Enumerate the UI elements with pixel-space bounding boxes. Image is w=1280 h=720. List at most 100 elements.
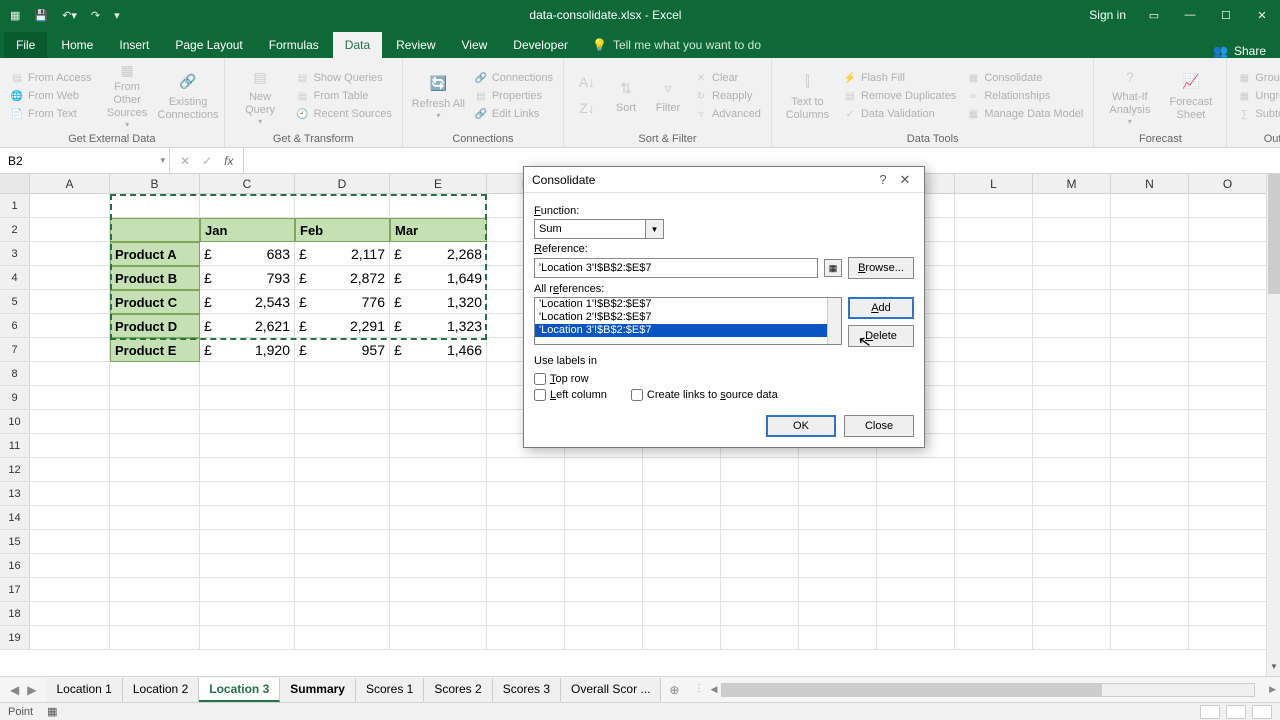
cell-L5[interactable] (955, 290, 1033, 314)
row-header-13[interactable]: 13 (0, 482, 30, 506)
cell-C15[interactable] (200, 530, 295, 554)
cell-A4[interactable] (30, 266, 110, 290)
cell-D11[interactable] (295, 434, 390, 458)
row-header-6[interactable]: 6 (0, 314, 30, 338)
cell-C16[interactable] (200, 554, 295, 578)
cell-O17[interactable] (1189, 578, 1267, 602)
cell-E12[interactable] (390, 458, 487, 482)
cell-D12[interactable] (295, 458, 390, 482)
cell-J14[interactable] (799, 506, 877, 530)
cell-L2[interactable] (955, 218, 1033, 242)
cell-I16[interactable] (721, 554, 799, 578)
cell-K13[interactable] (877, 482, 955, 506)
vscroll-thumb[interactable] (1268, 174, 1280, 294)
cell-C2[interactable]: Jan (200, 218, 295, 242)
cell-D3[interactable]: £2,117 (295, 242, 390, 266)
cell-L8[interactable] (955, 362, 1033, 386)
from-other-sources-button[interactable]: ▦From Other Sources▾ (100, 62, 155, 130)
cell-A5[interactable] (30, 290, 110, 314)
cell-N11[interactable] (1111, 434, 1189, 458)
cell-E8[interactable] (390, 362, 487, 386)
cell-D7[interactable]: £957 (295, 338, 390, 362)
clear-button[interactable]: ✕Clear (692, 70, 763, 86)
cell-B16[interactable] (110, 554, 200, 578)
cell-J12[interactable] (799, 458, 877, 482)
row-header-3[interactable]: 3 (0, 242, 30, 266)
cell-M16[interactable] (1033, 554, 1111, 578)
cell-L18[interactable] (955, 602, 1033, 626)
cell-E1[interactable] (390, 194, 487, 218)
cell-A11[interactable] (30, 434, 110, 458)
hscroll-left-icon[interactable]: ◀ (706, 684, 721, 695)
cell-L6[interactable] (955, 314, 1033, 338)
cell-N18[interactable] (1111, 602, 1189, 626)
cell-M14[interactable] (1033, 506, 1111, 530)
cell-J19[interactable] (799, 626, 877, 650)
data-validation-button[interactable]: ✓Data Validation (841, 106, 958, 122)
cell-A3[interactable] (30, 242, 110, 266)
row-header-14[interactable]: 14 (0, 506, 30, 530)
cell-E13[interactable] (390, 482, 487, 506)
cell-N7[interactable] (1111, 338, 1189, 362)
cell-A18[interactable] (30, 602, 110, 626)
sheet-nav-prev-icon[interactable]: ◀ (10, 683, 19, 697)
cell-M18[interactable] (1033, 602, 1111, 626)
tab-file[interactable]: File (4, 32, 47, 58)
cell-C7[interactable]: £1,920 (200, 338, 295, 362)
cell-A2[interactable] (30, 218, 110, 242)
consolidate-button[interactable]: ▦Consolidate (964, 70, 1085, 86)
cell-N16[interactable] (1111, 554, 1189, 578)
cell-D5[interactable]: £776 (295, 290, 390, 314)
cell-N4[interactable] (1111, 266, 1189, 290)
cell-E17[interactable] (390, 578, 487, 602)
left-column-checkbox[interactable]: Left column (534, 389, 607, 401)
reference-item-2[interactable]: 'Location 3'!$B$2:$E$7 (535, 324, 841, 337)
recent-sources-button[interactable]: 🕘Recent Sources (294, 106, 394, 122)
cell-J13[interactable] (799, 482, 877, 506)
row-header-11[interactable]: 11 (0, 434, 30, 458)
cell-F13[interactable] (487, 482, 565, 506)
row-header-17[interactable]: 17 (0, 578, 30, 602)
page-break-view-button[interactable] (1252, 705, 1272, 719)
cell-A9[interactable] (30, 386, 110, 410)
cell-O13[interactable] (1189, 482, 1267, 506)
cell-L12[interactable] (955, 458, 1033, 482)
cell-K16[interactable] (877, 554, 955, 578)
cell-N2[interactable] (1111, 218, 1189, 242)
cancel-formula-icon[interactable]: ✕ (180, 154, 190, 168)
cell-F16[interactable] (487, 554, 565, 578)
cell-A6[interactable] (30, 314, 110, 338)
cell-O3[interactable] (1189, 242, 1267, 266)
filter-button[interactable]: ▿Filter (650, 62, 686, 130)
properties-button[interactable]: ▤Properties (472, 88, 555, 104)
select-all-corner[interactable] (0, 174, 30, 193)
ribbon-options-icon[interactable]: ▭ (1146, 9, 1162, 22)
cell-I18[interactable] (721, 602, 799, 626)
cell-E19[interactable] (390, 626, 487, 650)
cell-M10[interactable] (1033, 410, 1111, 434)
sort-az-button[interactable]: A↓Z↓ (572, 62, 602, 130)
cell-B15[interactable] (110, 530, 200, 554)
cell-A14[interactable] (30, 506, 110, 530)
cell-E18[interactable] (390, 602, 487, 626)
tab-review[interactable]: Review (384, 32, 447, 58)
cell-A16[interactable] (30, 554, 110, 578)
cell-D15[interactable] (295, 530, 390, 554)
name-box-dropdown-icon[interactable]: ▾ (160, 155, 165, 166)
cell-G17[interactable] (565, 578, 643, 602)
cell-O4[interactable] (1189, 266, 1267, 290)
cell-A8[interactable] (30, 362, 110, 386)
cell-B8[interactable] (110, 362, 200, 386)
undo-icon[interactable]: ↶▾ (60, 9, 79, 22)
cell-N10[interactable] (1111, 410, 1189, 434)
sign-in-link[interactable]: Sign in (1089, 8, 1126, 22)
cell-E10[interactable] (390, 410, 487, 434)
sheet-tab-location-3[interactable]: Location 3 (199, 678, 280, 702)
sheet-tab-scores-1[interactable]: Scores 1 (356, 678, 424, 702)
cell-D1[interactable] (295, 194, 390, 218)
manage-data-model-button[interactable]: ▦Manage Data Model (964, 106, 1085, 122)
cell-O15[interactable] (1189, 530, 1267, 554)
cell-B6[interactable]: Product D (110, 314, 200, 338)
new-query-button[interactable]: ▤New Query▾ (233, 62, 288, 130)
cell-H19[interactable] (643, 626, 721, 650)
